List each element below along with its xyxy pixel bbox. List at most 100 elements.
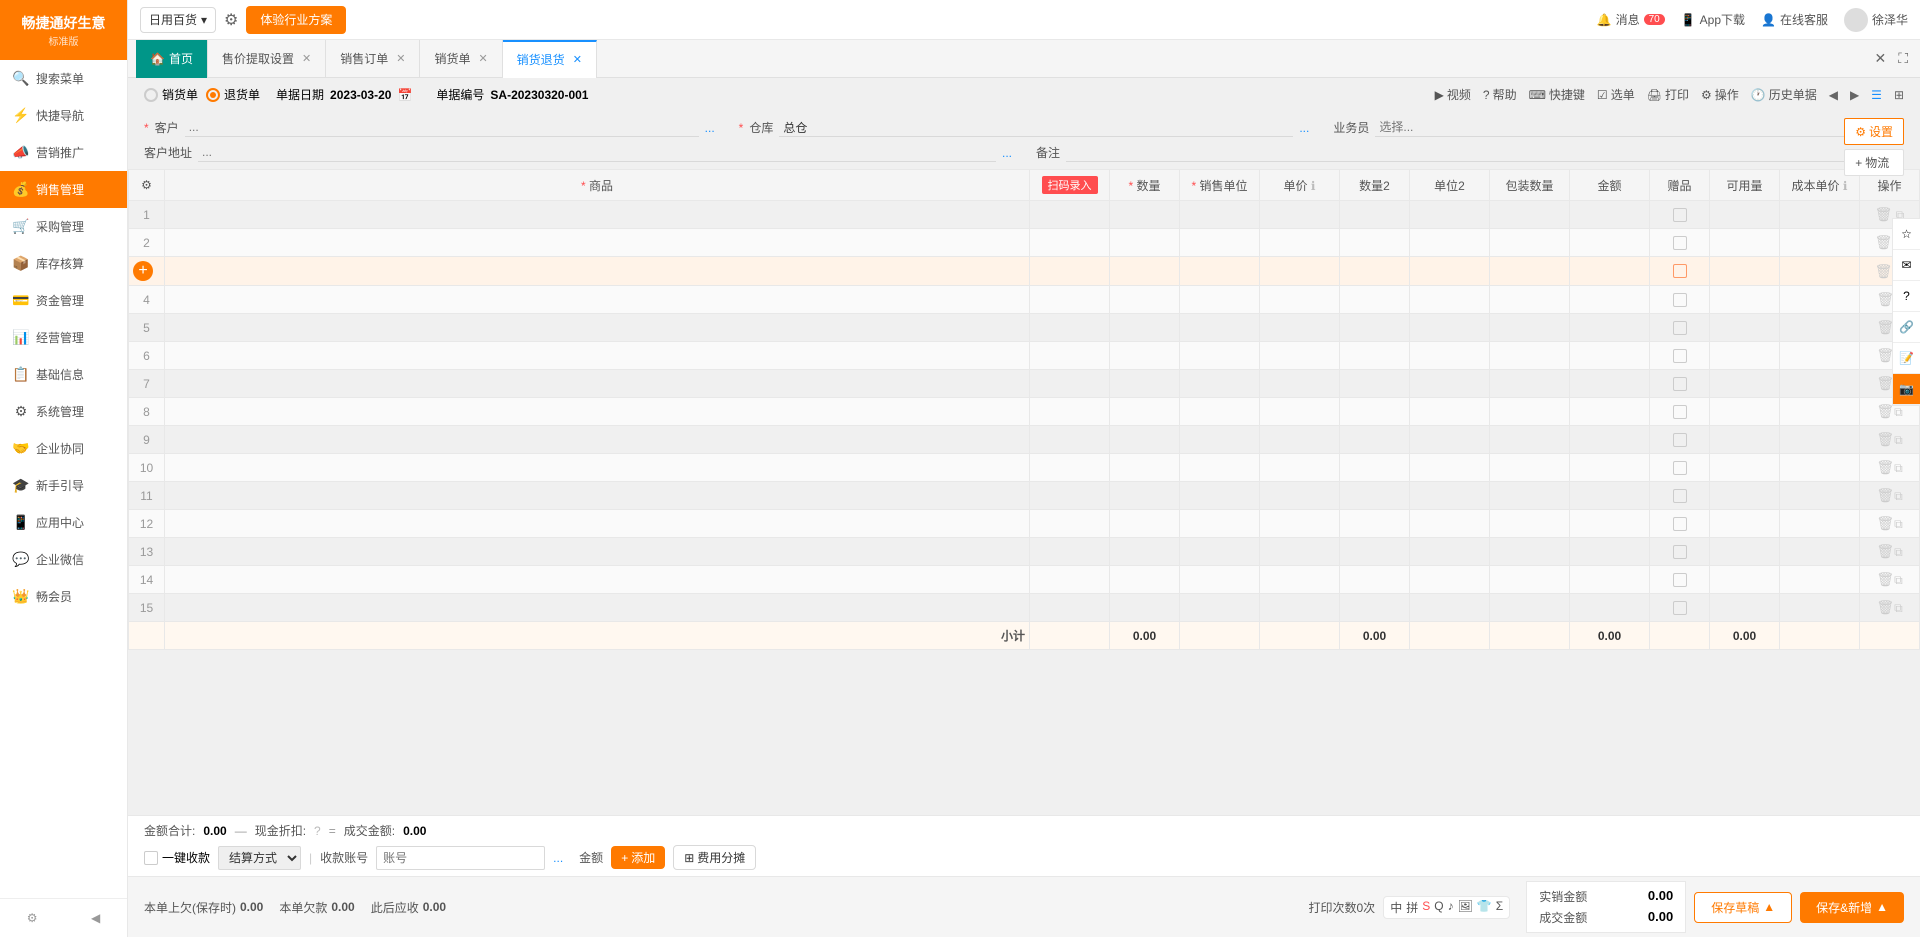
- account-dots[interactable]: ...: [553, 851, 563, 865]
- qty2-cell[interactable]: [1340, 257, 1410, 286]
- customer-dots[interactable]: ...: [705, 121, 715, 135]
- unit2-cell[interactable]: [1410, 229, 1490, 257]
- qty-cell[interactable]: [1110, 257, 1180, 286]
- tab-sale-order[interactable]: 销售订单 ✕: [326, 40, 420, 78]
- sidebar-item-enterprise[interactable]: 🤝 企业协同: [0, 430, 127, 467]
- pkg-cell[interactable]: [1490, 257, 1570, 286]
- tab-sale-delivery[interactable]: 销货单 ✕: [420, 40, 502, 78]
- sidebar-item-basic[interactable]: 📋 基础信息: [0, 356, 127, 393]
- sidebar-item-search[interactable]: 🔍 搜索菜单: [0, 60, 127, 97]
- cost-cell[interactable]: [1780, 257, 1860, 286]
- copy-row-btn[interactable]: ⧉: [1894, 517, 1903, 532]
- product-cell[interactable]: [165, 257, 1030, 286]
- address-dots[interactable]: ...: [1002, 146, 1012, 160]
- payment-checkbox[interactable]: [144, 851, 158, 865]
- qty-cell[interactable]: [1110, 201, 1180, 229]
- tab-sale-return[interactable]: 销货退货 ✕: [503, 40, 597, 78]
- action-select-btn[interactable]: ☑ 选单: [1597, 86, 1635, 103]
- toolbar-icon-5[interactable]: ♪: [1448, 899, 1454, 916]
- nav-next-btn[interactable]: ▶: [1850, 88, 1859, 102]
- delete-row-btn[interactable]: 🗑: [1876, 515, 1894, 532]
- customer-input[interactable]: [185, 118, 699, 137]
- add-row-btn[interactable]: +: [133, 261, 153, 281]
- copy-row-btn[interactable]: ⧉: [1894, 461, 1903, 476]
- setup-btn[interactable]: ⚙ 设置: [1844, 118, 1904, 145]
- copy-row-btn[interactable]: ⧉: [1894, 601, 1903, 616]
- sidebar-item-operations[interactable]: 📊 经营管理: [0, 319, 127, 356]
- cost-cell[interactable]: [1780, 229, 1860, 257]
- add-logistics-btn[interactable]: + 物流: [1844, 149, 1904, 176]
- scan-btn[interactable]: 扫码录入: [1042, 176, 1098, 194]
- copy-row-btn[interactable]: ⧉: [1894, 405, 1903, 420]
- close-icon[interactable]: ✕: [396, 52, 405, 65]
- amount-cell[interactable]: [1570, 201, 1650, 229]
- delete-row-btn[interactable]: 🗑: [1876, 543, 1894, 560]
- product-input[interactable]: [169, 264, 1025, 278]
- sidebar-item-system[interactable]: ⚙ 系统管理: [0, 393, 127, 430]
- delete-row-btn[interactable]: 🗑: [1876, 487, 1894, 504]
- avail-cell[interactable]: [1710, 257, 1780, 286]
- amount-cell[interactable]: [1570, 257, 1650, 286]
- price-cell[interactable]: [1260, 229, 1340, 257]
- question-icon[interactable]: ?: [314, 824, 321, 838]
- warehouse-input[interactable]: [779, 118, 1293, 137]
- radio-sale-return[interactable]: 退货单: [206, 86, 260, 103]
- copy-row-btn[interactable]: ⧉: [1894, 573, 1903, 588]
- qty2-cell[interactable]: [1340, 229, 1410, 257]
- calc-method-select[interactable]: 结算方式: [218, 846, 301, 870]
- tab-home[interactable]: 🏠 首页: [136, 40, 208, 78]
- amount-cell[interactable]: [1570, 229, 1650, 257]
- delete-row-btn[interactable]: 🗑: [1876, 599, 1894, 616]
- sidebar-item-appcenter[interactable]: 📱 应用中心: [0, 504, 127, 541]
- right-float-icon-2[interactable]: ✉: [1893, 250, 1920, 281]
- account-input[interactable]: [376, 846, 545, 870]
- online-service-btn[interactable]: 👤 在线客服: [1761, 11, 1828, 28]
- copy-row-btn[interactable]: ⧉: [1894, 489, 1903, 504]
- pkg-cell[interactable]: [1490, 201, 1570, 229]
- user-profile-btn[interactable]: 徐泽华: [1844, 8, 1908, 32]
- message-btn[interactable]: 🔔 消息 70: [1597, 11, 1665, 28]
- unit2-cell[interactable]: [1410, 257, 1490, 286]
- category-select[interactable]: 日用百货 ▾: [140, 7, 216, 33]
- pkg-cell[interactable]: [1490, 229, 1570, 257]
- delete-row-btn[interactable]: 🗑: [1875, 234, 1893, 251]
- sidebar-item-quicknav[interactable]: ⚡ 快捷导航: [0, 97, 127, 134]
- toolbar-icon-1[interactable]: 中: [1390, 899, 1402, 916]
- toolbar-icon-7[interactable]: 👕: [1477, 899, 1492, 916]
- gift-cell[interactable]: [1650, 257, 1710, 286]
- delete-row-btn[interactable]: 🗑: [1876, 459, 1894, 476]
- tab-sale-price-setting[interactable]: 售价提取设置 ✕: [208, 40, 326, 78]
- unit2-cell[interactable]: [1410, 201, 1490, 229]
- salesperson-input[interactable]: [1375, 118, 1888, 137]
- avail-cell[interactable]: [1710, 201, 1780, 229]
- price-cell[interactable]: [1260, 201, 1340, 229]
- action-print-btn[interactable]: 🖨 打印: [1647, 86, 1689, 103]
- calendar-icon[interactable]: 📅: [397, 88, 412, 102]
- product-cell[interactable]: [165, 229, 1030, 257]
- close-icon[interactable]: ✕: [573, 53, 582, 66]
- add-payment-btn[interactable]: + 添加: [611, 846, 665, 869]
- toolbar-icon-4[interactable]: Q: [1434, 899, 1443, 916]
- delete-row-btn[interactable]: 🗑: [1875, 206, 1893, 223]
- sidebar-collapse-btn[interactable]: ◀: [87, 907, 104, 929]
- right-float-icon-3[interactable]: ?: [1893, 281, 1920, 312]
- action-shortcut-btn[interactable]: ⌨ 快捷键: [1529, 86, 1585, 103]
- avail-cell[interactable]: [1710, 229, 1780, 257]
- sidebar-settings-btn[interactable]: ⚙: [23, 907, 42, 929]
- split-btn[interactable]: ⊞ 费用分摊: [673, 845, 756, 870]
- view-list-btn[interactable]: ☰: [1871, 88, 1882, 102]
- toolbar-icon-6[interactable]: 🖼: [1458, 899, 1473, 916]
- action-help-btn[interactable]: ? 帮助: [1483, 86, 1517, 103]
- right-float-icon-5[interactable]: 📝: [1893, 343, 1920, 374]
- sidebar-item-marketing[interactable]: 📣 营销推广: [0, 134, 127, 171]
- toolbar-icon-3[interactable]: S: [1422, 899, 1430, 916]
- tab-fullscreen-btn[interactable]: ⛶: [1894, 48, 1912, 69]
- copy-row-btn[interactable]: ⧉: [1894, 433, 1903, 448]
- warehouse-dots[interactable]: ...: [1299, 121, 1309, 135]
- product-cell[interactable]: [165, 201, 1030, 229]
- action-operate-btn[interactable]: ⚙ 操作: [1701, 86, 1739, 103]
- view-grid-btn[interactable]: ⊞: [1894, 88, 1904, 102]
- app-download-btn[interactable]: 📱 App下载: [1681, 11, 1745, 28]
- unit-cell[interactable]: [1180, 201, 1260, 229]
- cost-cell[interactable]: [1780, 201, 1860, 229]
